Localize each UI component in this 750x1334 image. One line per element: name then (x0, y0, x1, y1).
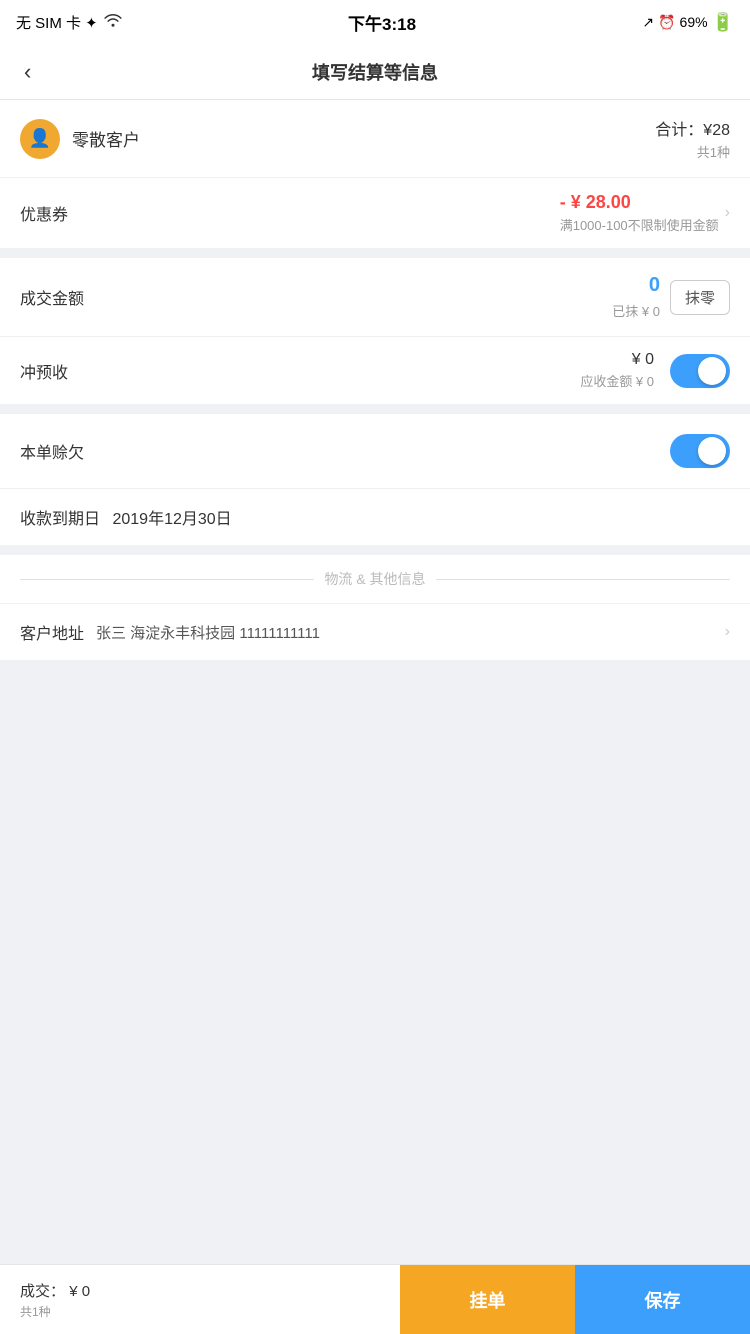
due-date-value: 2019年12月30日 (112, 511, 231, 528)
debt-toggle-knob (698, 437, 726, 465)
prepay-toggle[interactable] (670, 354, 730, 388)
footer-transaction-label: 成交： (20, 1283, 65, 1300)
avatar-icon: 👤 (29, 128, 51, 149)
prepay-amount: ¥ 0 (580, 351, 654, 369)
chevron-right-icon: › (725, 204, 730, 222)
due-date-row: 收款到期日 2019年12月30日 (0, 488, 750, 545)
prepay-row: 冲预收 ¥ 0 应收金额 ¥ 0 (0, 336, 750, 404)
transaction-right: 已抹 ¥ 0 抹零 (580, 274, 730, 320)
toggle-knob (698, 357, 726, 385)
total-amount: 合计：¥28 (655, 116, 730, 140)
customer-row: 👤 零散客户 合计：¥28 共1种 (0, 100, 750, 177)
round-button[interactable]: 抹零 (670, 280, 730, 315)
footer-transaction-amount: 成交： ¥ 0 (20, 1280, 380, 1301)
location-icon: ↗ (642, 14, 654, 31)
battery-icon: 🔋 (712, 12, 734, 33)
status-time: 下午3:18 (348, 10, 416, 35)
address-row[interactable]: 客户地址 张三 海淀永丰科技园 11111111111 › (0, 603, 750, 660)
coupon-info: - ¥ 28.00 满1000-100不限制使用金额 (560, 192, 719, 234)
customer-section: 👤 零散客户 合计：¥28 共1种 优惠券 - ¥ 28.00 满1000-10… (0, 100, 750, 248)
save-button[interactable]: 保存 (575, 1265, 750, 1334)
transaction-amount-container: 已抹 ¥ 0 (580, 274, 660, 320)
sim-status: 无 SIM 卡 ✦ (16, 12, 98, 33)
nav-bar: ‹ 填写结算等信息 (0, 44, 750, 100)
receivable-amount: 应收金额 ¥ 0 (580, 371, 654, 390)
debt-label: 本单赊欠 (20, 439, 84, 463)
coupon-row[interactable]: 优惠券 - ¥ 28.00 满1000-100不限制使用金额 › (0, 177, 750, 248)
page-title: 填写结算等信息 (312, 59, 438, 85)
customer-right: 合计：¥28 共1种 (655, 116, 730, 161)
footer: 成交： ¥ 0 共1种 挂单 保存 (0, 1264, 750, 1334)
customer-left: 👤 零散客户 (20, 119, 140, 159)
alarm-icon: ⏰ (658, 14, 675, 31)
transaction-row: 成交金额 已抹 ¥ 0 抹零 (0, 258, 750, 336)
customer-avatar: 👤 (20, 119, 60, 159)
coupon-discount: - ¥ 28.00 (560, 192, 719, 213)
debt-section: 本单赊欠 收款到期日 2019年12月30日 (0, 414, 750, 545)
logistics-section: 物流 & 其他信息 客户地址 张三 海淀永丰科技园 11111111111 › (0, 555, 750, 660)
address-chevron-icon: › (725, 623, 730, 641)
customer-name: 零散客户 (72, 126, 140, 151)
prepay-right: ¥ 0 应收金额 ¥ 0 (580, 351, 730, 390)
footer-amount-value: ¥ 0 (69, 1283, 90, 1300)
status-left: 无 SIM 卡 ✦ (16, 12, 122, 33)
back-button[interactable]: ‹ (16, 51, 39, 93)
logistics-divider: 物流 & 其他信息 (0, 555, 750, 603)
transaction-label: 成交金额 (20, 285, 84, 309)
transaction-section: 成交金额 已抹 ¥ 0 抹零 冲预收 ¥ 0 应收金额 ¥ 0 (0, 258, 750, 404)
battery-level: 69% (680, 14, 708, 30)
already-zeroed-label: 已抹 ¥ 0 (580, 301, 660, 320)
total-count: 共1种 (655, 142, 730, 161)
footer-count: 共1种 (20, 1303, 380, 1320)
coupon-right: - ¥ 28.00 满1000-100不限制使用金额 › (560, 192, 730, 234)
coupon-label: 优惠券 (20, 201, 68, 225)
pending-button[interactable]: 挂单 (400, 1265, 575, 1334)
wifi-icon (104, 13, 122, 31)
prepay-amounts: ¥ 0 应收金额 ¥ 0 (580, 351, 654, 390)
debt-toggle[interactable] (670, 434, 730, 468)
status-right: ↗ ⏰ 69% 🔋 (642, 12, 734, 33)
prepay-label: 冲预收 (20, 359, 68, 383)
transaction-amount-input[interactable] (580, 274, 660, 297)
address-value: 张三 海淀永丰科技园 11111111111 (96, 622, 725, 643)
address-label: 客户地址 (20, 620, 84, 644)
due-date-label: 收款到期日 (20, 511, 100, 528)
footer-info: 成交： ¥ 0 共1种 (0, 1280, 400, 1320)
status-bar: 无 SIM 卡 ✦ 下午3:18 ↗ ⏰ 69% 🔋 (0, 0, 750, 44)
coupon-description: 满1000-100不限制使用金额 (560, 215, 719, 234)
debt-row: 本单赊欠 (0, 414, 750, 488)
